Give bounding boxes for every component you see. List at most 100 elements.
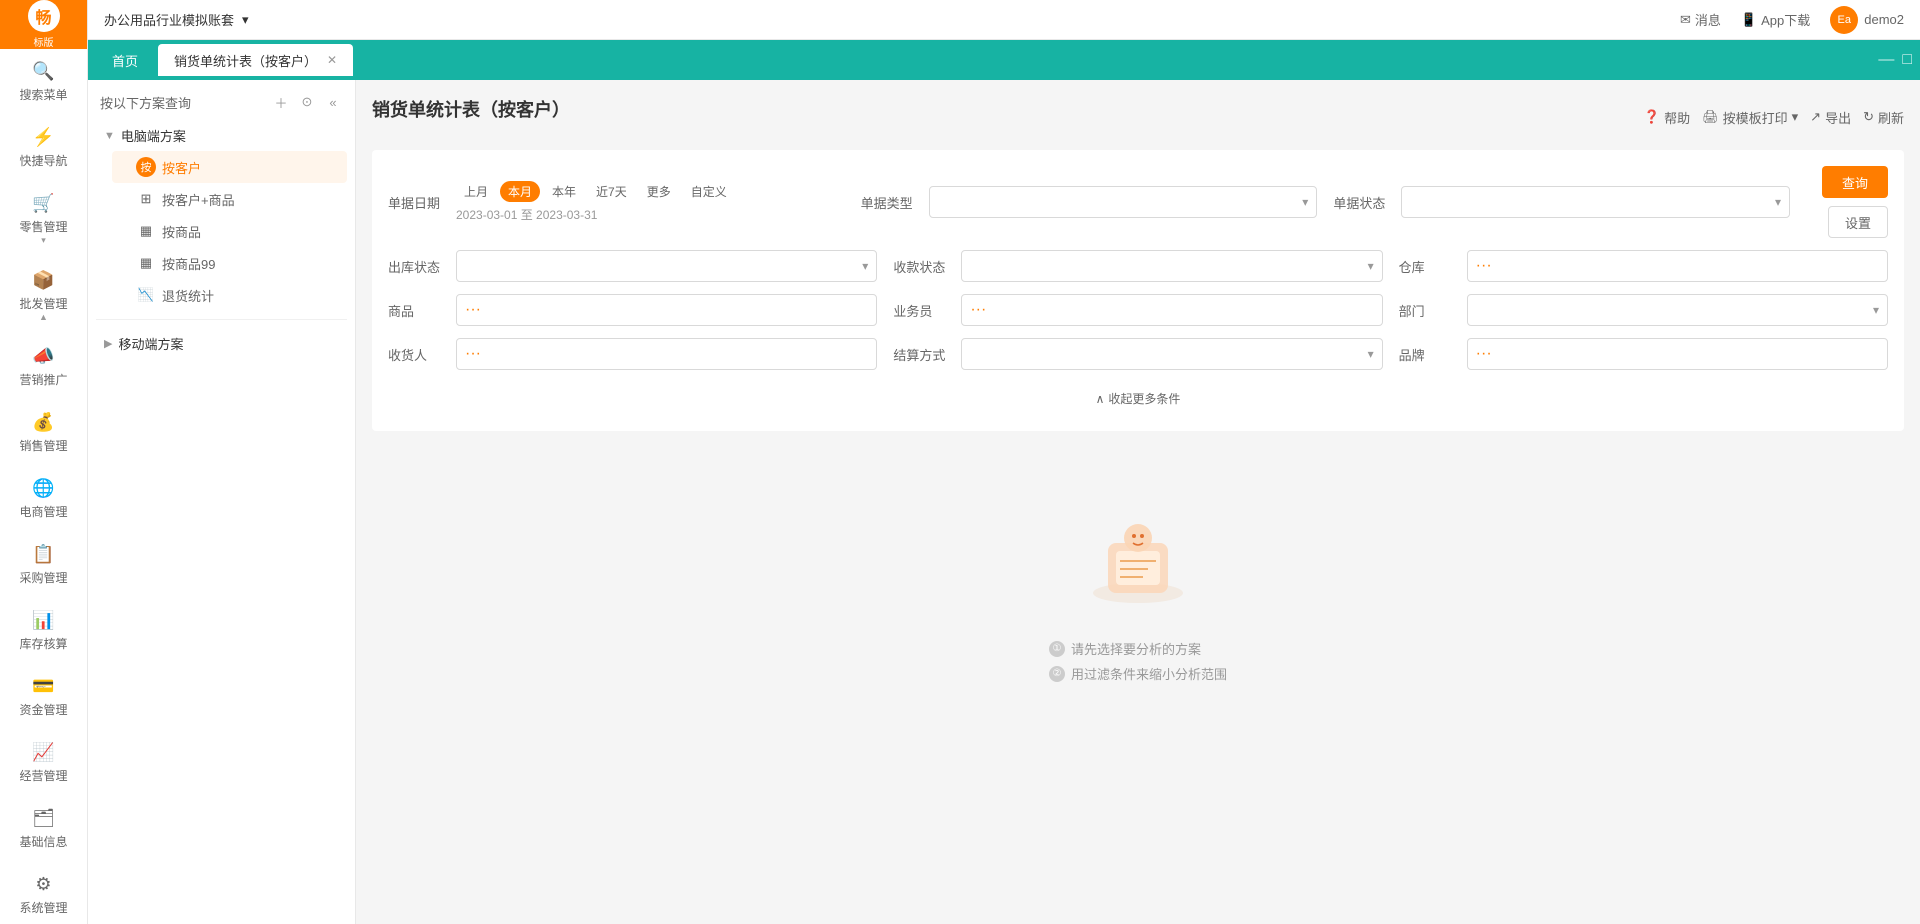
warehouse-input[interactable]: ··· bbox=[1467, 250, 1888, 282]
search-icon: 🔍 bbox=[32, 61, 54, 82]
sidebar: 畅 标版 🔍 搜索菜单 ⚡ 快捷导航 🛒 零售管理 ▾ 📦 批发管理 ▲ 📣 营… bbox=[0, 0, 88, 924]
left-panel: 按以下方案查询 ＋ ⊙ « ▼ 电脑端方案 bbox=[88, 80, 356, 924]
sidebar-item-marketing[interactable]: 📣 营销推广 bbox=[0, 334, 88, 400]
print-icon: 🖨 bbox=[1702, 109, 1719, 125]
empty-tip-1: ① 请先选择要分析的方案 bbox=[1049, 639, 1227, 658]
date-tab-7days[interactable]: 近7天 bbox=[588, 181, 635, 202]
return-stats-label: 退货统计 bbox=[162, 286, 214, 305]
empty-tip-2: ② 用过滤条件来缩小分析范围 bbox=[1049, 664, 1227, 683]
expand-arrow: ▲ bbox=[39, 312, 48, 322]
document-type-select[interactable]: ▾ bbox=[929, 186, 1318, 218]
tab-sales-stats[interactable]: 销货单统计表（按客户） ✕ bbox=[158, 44, 353, 76]
recipient-input[interactable]: ··· bbox=[456, 338, 877, 370]
sidebar-item-system[interactable]: ⚙ 系统管理 bbox=[0, 862, 88, 924]
sidebar-item-label: 搜索菜单 bbox=[19, 86, 67, 103]
user-name: demo2 bbox=[1864, 12, 1904, 27]
sidebar-item-sales[interactable]: 💰 销售管理 bbox=[0, 400, 88, 466]
sidebar-item-search[interactable]: 🔍 搜索菜单 bbox=[0, 49, 88, 115]
sidebar-item-purchase[interactable]: 📋 采购管理 bbox=[0, 532, 88, 598]
tree-node-by-product99[interactable]: ▦ 按商品99 bbox=[112, 247, 347, 279]
tree-node-by-customer-product[interactable]: ⊞ 按客户+商品 bbox=[112, 183, 347, 215]
help-button[interactable]: ❓ 帮助 bbox=[1644, 108, 1690, 127]
print-button[interactable]: 🖨 按模板打印 ▾ bbox=[1702, 108, 1798, 127]
department-filter: 部门 ▾ bbox=[1399, 294, 1888, 326]
out-status-select[interactable]: ▾ bbox=[456, 250, 877, 282]
recipient-dots: ··· bbox=[465, 345, 481, 363]
by-product99-icon: ▦ bbox=[136, 253, 156, 273]
sidebar-item-operation[interactable]: 📈 经营管理 bbox=[0, 730, 88, 796]
page-header: 销货单统计表（按客户） ❓ 帮助 🖨 按模板打印 ▾ ↗ 导出 bbox=[372, 96, 1904, 138]
system-name: 办公用品行业模拟账套 bbox=[104, 10, 234, 29]
department-label: 部门 bbox=[1399, 301, 1459, 320]
system-name-area[interactable]: 办公用品行业模拟账套 ▾ bbox=[104, 10, 249, 29]
filter-row-3: 商品 ··· 业务员 ··· 部门 bbox=[388, 294, 1888, 326]
product-input[interactable]: ··· bbox=[456, 294, 877, 326]
brand-input[interactable]: ··· bbox=[1467, 338, 1888, 370]
user-profile[interactable]: Ea demo2 bbox=[1830, 6, 1904, 34]
sidebar-item-wholesale[interactable]: 📦 批发管理 ▲ bbox=[0, 258, 88, 334]
ecommerce-icon: 🌐 bbox=[32, 478, 54, 499]
export-button[interactable]: ↗ 导出 bbox=[1810, 108, 1851, 127]
date-tab-this-year[interactable]: 本年 bbox=[544, 181, 584, 202]
date-label: 单据日期 bbox=[388, 193, 448, 212]
message-button[interactable]: ✉ 消息 bbox=[1680, 10, 1721, 29]
tree-node-by-customer[interactable]: 按 按客户 bbox=[112, 151, 347, 183]
sidebar-item-label: 零售管理 bbox=[19, 218, 67, 235]
tree-arrow-desktop: ▼ bbox=[104, 130, 115, 142]
salesperson-input[interactable]: ··· bbox=[961, 294, 1382, 326]
by-product-label: 按商品 bbox=[162, 222, 201, 241]
sidebar-item-basic[interactable]: 🗂 基础信息 bbox=[0, 796, 88, 862]
tree-node-by-product[interactable]: ▦ 按商品 bbox=[112, 215, 347, 247]
document-status-select[interactable]: ▾ bbox=[1401, 186, 1790, 218]
sidebar-item-quick-nav[interactable]: ⚡ 快捷导航 bbox=[0, 115, 88, 181]
date-tab-last-month[interactable]: 上月 bbox=[456, 181, 496, 202]
document-type-label: 单据类型 bbox=[861, 193, 921, 212]
purchase-icon: 📋 bbox=[32, 544, 54, 565]
receipt-status-select[interactable]: ▾ bbox=[961, 250, 1382, 282]
left-panel-header: 按以下方案查询 ＋ ⊙ « bbox=[88, 92, 355, 120]
refresh-button[interactable]: ↻ 刷新 bbox=[1863, 108, 1904, 127]
document-type-arrow: ▾ bbox=[1302, 195, 1308, 209]
collapse-panel-button[interactable]: « bbox=[323, 92, 343, 112]
app-logo[interactable]: 畅 标版 bbox=[0, 0, 88, 49]
tree-node-mobile[interactable]: ▶ 移动端方案 bbox=[96, 328, 347, 359]
payment-method-select[interactable]: ▾ bbox=[961, 338, 1382, 370]
export-label: 导出 bbox=[1825, 108, 1851, 127]
document-type-filter: 单据类型 ▾ bbox=[861, 186, 1318, 218]
sidebar-item-retail[interactable]: 🛒 零售管理 ▾ bbox=[0, 181, 88, 258]
settings-button[interactable]: 设置 bbox=[1828, 206, 1888, 238]
tree-node-return-stats[interactable]: 📉 退货统计 bbox=[112, 279, 347, 311]
tree-node-desktop[interactable]: ▼ 电脑端方案 bbox=[96, 120, 347, 151]
by-customer-product-label: 按客户+商品 bbox=[162, 190, 235, 209]
refresh-icon: ⊙ bbox=[302, 94, 313, 110]
maximize-icon[interactable]: □ bbox=[1902, 51, 1912, 69]
receipt-status-arrow: ▾ bbox=[1368, 259, 1374, 273]
date-tab-more[interactable]: 更多 bbox=[639, 181, 679, 202]
expand-arrow: ▾ bbox=[41, 235, 46, 246]
sidebar-item-finance[interactable]: 💳 资金管理 bbox=[0, 664, 88, 730]
date-tab-this-month[interactable]: 本月 bbox=[500, 181, 540, 202]
content-area: 按以下方案查询 ＋ ⊙ « ▼ 电脑端方案 bbox=[88, 80, 1920, 924]
help-icon: ❓ bbox=[1644, 109, 1660, 125]
empty-tips: ① 请先选择要分析的方案 ② 用过滤条件来缩小分析范围 bbox=[1049, 639, 1227, 689]
left-panel-title: 按以下方案查询 bbox=[100, 93, 191, 112]
sidebar-item-label: 库存核算 bbox=[19, 635, 67, 652]
query-button[interactable]: 查询 bbox=[1822, 166, 1888, 198]
sidebar-item-ecommerce[interactable]: 🌐 电商管理 bbox=[0, 466, 88, 532]
collapse-more-conditions[interactable]: ∧ 收起更多条件 bbox=[388, 382, 1888, 415]
sidebar-item-inventory[interactable]: 📊 库存核算 bbox=[0, 598, 88, 664]
close-tab-icon[interactable]: ✕ bbox=[327, 53, 337, 67]
department-select[interactable]: ▾ bbox=[1467, 294, 1888, 326]
logo-icon: 畅 bbox=[28, 0, 60, 32]
product-label: 商品 bbox=[388, 301, 448, 320]
inventory-icon: 📊 bbox=[32, 610, 54, 631]
brand-dots: ··· bbox=[1476, 345, 1492, 363]
tab-home[interactable]: 首页 bbox=[96, 44, 154, 76]
add-scheme-button[interactable]: ＋ bbox=[271, 92, 291, 112]
salesperson-filter: 业务员 ··· bbox=[893, 294, 1382, 326]
app-download-button[interactable]: 📱 App下载 bbox=[1741, 10, 1810, 29]
date-tab-custom[interactable]: 自定义 bbox=[683, 181, 735, 202]
minimize-icon[interactable]: — bbox=[1878, 51, 1894, 69]
refresh-scheme-button[interactable]: ⊙ bbox=[297, 92, 317, 112]
document-status-label: 单据状态 bbox=[1333, 193, 1393, 212]
